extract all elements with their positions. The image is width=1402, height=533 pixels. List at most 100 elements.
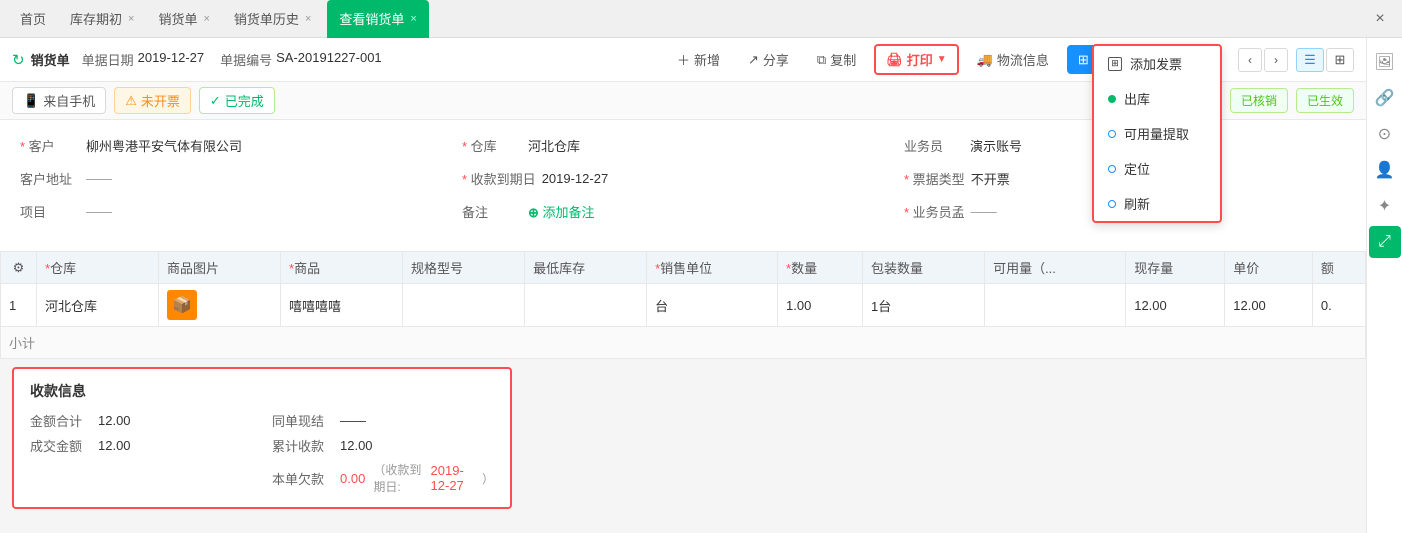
plus-note-icon: ⊕ (528, 205, 539, 220)
available-col-header: 可用量（... (985, 252, 1126, 284)
row-product: 嘻嘻嘻嘻 (281, 284, 403, 327)
target-sidebar-icon[interactable]: ⊙ (1369, 118, 1401, 150)
prev-arrow[interactable]: ‹ (1238, 48, 1262, 72)
product-col-header: *商品 (281, 252, 403, 284)
product-thumbnail: 📦 (167, 290, 197, 320)
tab-bar: 首页 库存期初 × 销货单 × 销货单历史 × 查看销货单 × × (0, 0, 1402, 38)
close-tab-inventory[interactable]: × (128, 13, 134, 25)
doc-info: ↻ 销货单 单据日期 2019-12-27 单据编号 SA-20191227-0… (12, 50, 382, 69)
invoice-icon: ⊞ (1108, 57, 1122, 71)
share-button[interactable]: ↗ 分享 (738, 46, 799, 73)
min-stock-col-header: 最低库存 (525, 252, 647, 284)
share-icon: ↗ (748, 52, 759, 68)
logistics-button[interactable]: 🚚 物流信息 (967, 46, 1059, 73)
available-qty-item[interactable]: 可用量提取 (1094, 116, 1220, 151)
available-qty-icon (1108, 130, 1116, 138)
link-sidebar-icon[interactable]: 🔗 (1369, 82, 1401, 114)
grid-icon: ⊞ (1078, 52, 1089, 68)
not-open-ticket-button[interactable]: ⚠ 未开票 (114, 87, 191, 114)
next-arrow[interactable]: › (1264, 48, 1288, 72)
new-button[interactable]: ＋ 新增 (667, 46, 730, 73)
tab-sales-order[interactable]: 销货单 × (146, 0, 221, 38)
effective-badge: 已生效 (1296, 88, 1354, 113)
image-col-header: 商品图片 (159, 252, 281, 284)
row-unit-price: 12.00 (1225, 284, 1313, 327)
add-invoice-item[interactable]: ⊞ 添加发票 (1094, 46, 1220, 81)
address-field: 客户地址 —— (20, 169, 462, 188)
locate-item[interactable]: 定位 (1094, 151, 1220, 186)
person-sidebar-icon[interactable]: 👤 (1369, 154, 1401, 186)
nav-arrows: ‹ › (1238, 48, 1288, 72)
project-field: 项目 —— (20, 202, 462, 221)
current-stock-col-header: 现存量 (1126, 252, 1225, 284)
amount-col-header: 额 (1312, 252, 1365, 284)
same-order-settlement-row: 同单现结 —— (272, 411, 494, 430)
expand-sidebar-icon[interactable]: ⤢ (1369, 226, 1401, 258)
row-spec (403, 284, 525, 327)
done-button[interactable]: ✓ 已完成 (199, 87, 275, 114)
grid-view-button[interactable]: ⊞ (1326, 48, 1354, 72)
view-buttons: ☰ ⊞ (1296, 48, 1354, 72)
operate-dropdown: ⊞ 添加发票 出库 可用量提取 定位 刷新 (1092, 44, 1222, 223)
locate-icon (1108, 165, 1116, 173)
phone-icon: 📱 (23, 93, 39, 109)
row-warehouse: 河北仓库 (37, 284, 159, 327)
unit-price-col-header: 单价 (1225, 252, 1313, 284)
row-min-stock (525, 284, 647, 327)
refresh-icon (1108, 200, 1116, 208)
row-available (985, 284, 1126, 327)
row-amount: 0. (1312, 284, 1365, 327)
spec-col-header: 规格型号 (403, 252, 525, 284)
current-debt-row: 本单欠款 0.00 （收款到期日: 2019-12-27 ） (272, 461, 494, 495)
table-wrapper: ⚙ *仓库 商品图片 *商品 规格型号 最低库存 *销售单位 *数量 包装数量 … (0, 251, 1366, 359)
outbound-icon (1108, 95, 1116, 103)
truck-icon: 🚚 (977, 52, 993, 68)
doc-icon: ↻ (12, 51, 25, 69)
settings-col-header[interactable]: ⚙ (1, 252, 37, 284)
warehouse-col-header: *仓库 (37, 252, 159, 284)
toolbar-actions: ＋ 新增 ↗ 分享 ⧉ 复制 🖨 打印 ▼ (667, 44, 1354, 75)
check-icon: ✓ (210, 93, 221, 109)
tab-view-sales[interactable]: 查看销货单 × (327, 0, 428, 38)
row-unit: 台 (647, 284, 778, 327)
close-tab-view[interactable]: × (410, 13, 416, 25)
unit-col-header: *销售单位 (647, 252, 778, 284)
table-row: 1 河北仓库 📦 嘻嘻嘻嘻 台 1.00 1台 (1, 284, 1366, 327)
right-sidebar: 🖼 🔗 ⊙ 👤 ✦ ⤢ (1366, 38, 1402, 533)
row-no: 1 (1, 284, 37, 327)
print-button[interactable]: 🖨 打印 ▼ (874, 44, 958, 75)
payment-panel: 收款信息 金额合计 12.00 同单现结 —— 成交金额 12.00 (12, 367, 512, 509)
window-close-button[interactable]: × (1366, 5, 1394, 33)
sales-table: ⚙ *仓库 商品图片 *商品 规格型号 最低库存 *销售单位 *数量 包装数量 … (0, 251, 1366, 359)
subtotal-row: 小计 (1, 327, 1366, 359)
package-qty-col-header: 包装数量 (863, 252, 985, 284)
warning-icon: ⚠ (125, 93, 137, 109)
print-icon: 🖨 (886, 52, 903, 68)
total-amount-row: 金额合计 12.00 (30, 411, 252, 430)
close-tab-sales[interactable]: × (203, 13, 209, 25)
from-phone-button[interactable]: 📱 来自手机 (12, 87, 106, 114)
copy-icon: ⧉ (817, 52, 826, 68)
tab-inventory-init[interactable]: 库存期初 × (58, 0, 146, 38)
outbound-item[interactable]: 出库 (1094, 81, 1220, 116)
copy-button[interactable]: ⧉ 复制 (807, 46, 866, 73)
row-quantity: 1.00 (778, 284, 863, 327)
doc-title: ↻ 销货单 (12, 50, 70, 69)
quantity-col-header: *数量 (778, 252, 863, 284)
payment-grid: 金额合计 12.00 同单现结 —— 成交金额 12.00 累计收款 12.00 (30, 411, 494, 495)
refresh-item[interactable]: 刷新 (1094, 186, 1220, 221)
tab-home[interactable]: 首页 (8, 0, 58, 38)
transaction-amount-row: 成交金额 12.00 (30, 436, 252, 455)
image-sidebar-icon[interactable]: 🖼 (1369, 46, 1401, 78)
row-image: 📦 (159, 284, 281, 327)
cancelled-badge: 已核销 (1230, 88, 1288, 113)
doc-meta: 单据日期 2019-12-27 单据编号 SA-20191227-001 (82, 50, 382, 69)
due-date-field: 收款到期日 2019-12-27 (462, 169, 904, 188)
subtotal-label: 小计 (1, 327, 1366, 359)
close-tab-history[interactable]: × (305, 13, 311, 25)
customer-field: 客户 柳州粤港平安气体有限公司 (20, 136, 462, 155)
star-sidebar-icon[interactable]: ✦ (1369, 190, 1401, 222)
list-view-button[interactable]: ☰ (1296, 48, 1324, 72)
tab-sales-history[interactable]: 销货单历史 × (222, 0, 323, 38)
row-package-qty: 1台 (863, 284, 985, 327)
